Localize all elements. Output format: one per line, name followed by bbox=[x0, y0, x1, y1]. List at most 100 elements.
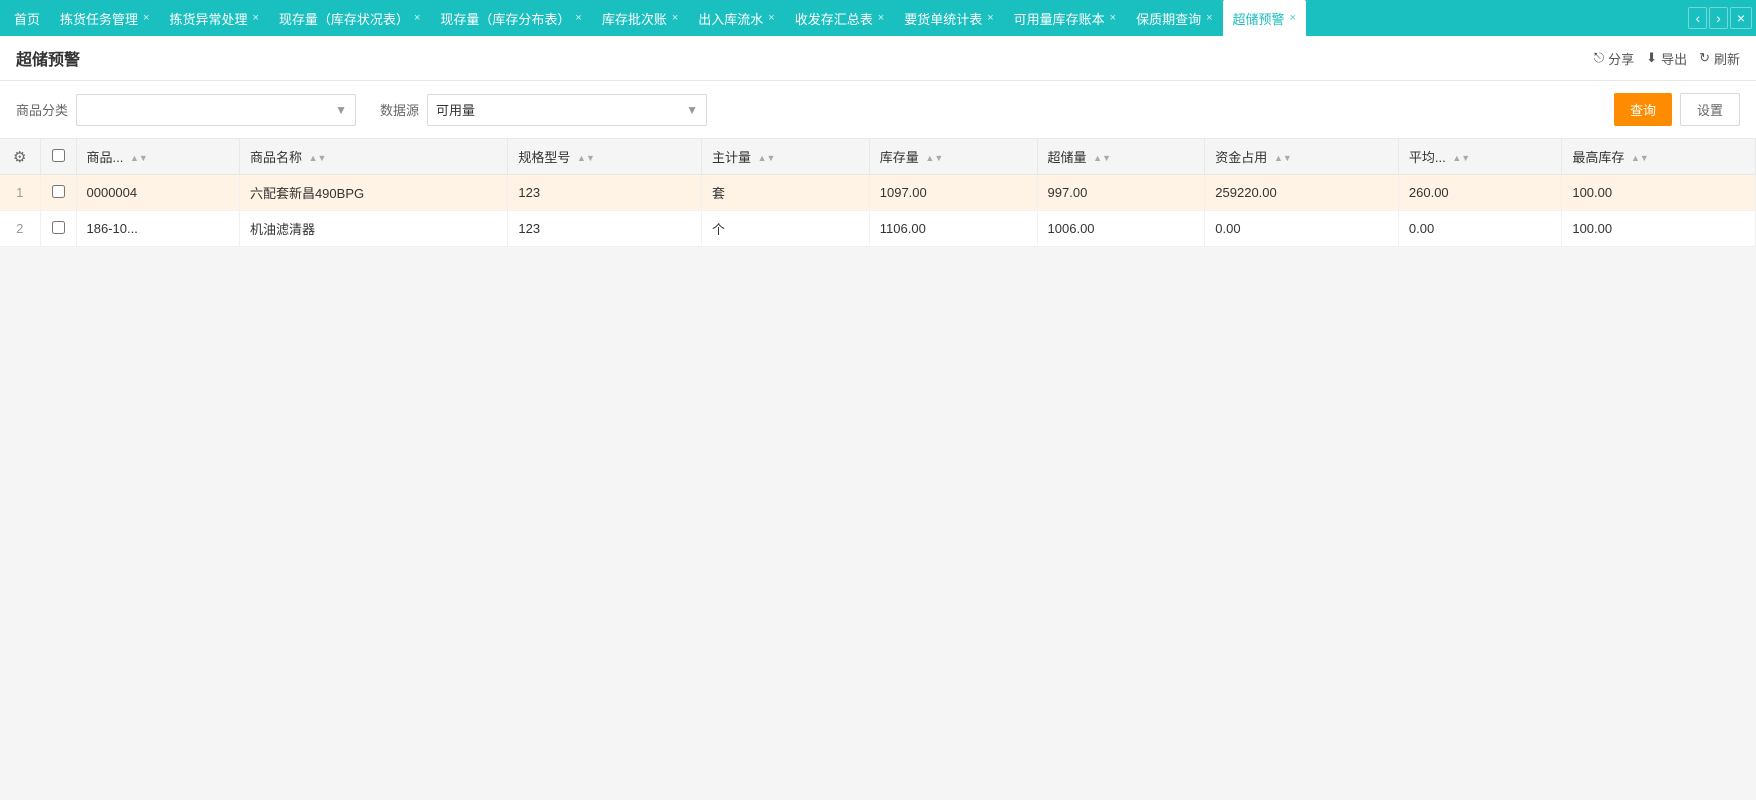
unit-column-header[interactable]: 主计量 ▲▼ bbox=[702, 139, 870, 175]
nav-item-available[interactable]: 可用量库存账本 × bbox=[1004, 0, 1126, 36]
query-button[interactable]: 查询 bbox=[1614, 93, 1672, 126]
sort-arrows-icon: ▲▼ bbox=[925, 154, 943, 163]
filter-area: 商品分类 ▼ 数据源 可用量 ▼ 查询 设置 bbox=[0, 81, 1756, 139]
close-tab-icon[interactable]: × bbox=[252, 12, 258, 24]
nav-prev-arrow[interactable]: ‹ bbox=[1688, 7, 1707, 29]
sort-arrows-icon: ▲▼ bbox=[1274, 154, 1292, 163]
nav-close-all[interactable]: × bbox=[1730, 7, 1752, 29]
export-icon: ⬇ bbox=[1646, 50, 1657, 66]
product-code-cell: 0000004 bbox=[76, 175, 239, 211]
overstock-cell: 997.00 bbox=[1037, 175, 1205, 211]
nav-item-order-stats[interactable]: 要货单统计表 × bbox=[894, 0, 1003, 36]
close-tab-icon[interactable]: × bbox=[672, 12, 678, 24]
close-tab-icon[interactable]: × bbox=[575, 12, 581, 24]
spec-cell: 123 bbox=[508, 211, 702, 247]
settings-button[interactable]: 设置 bbox=[1680, 93, 1740, 126]
close-tab-active-icon[interactable]: × bbox=[1290, 12, 1296, 24]
share-icon: ⎋ bbox=[1594, 50, 1604, 66]
avg-column-header[interactable]: 平均... ▲▼ bbox=[1398, 139, 1561, 175]
close-tab-icon[interactable]: × bbox=[768, 12, 774, 24]
table-row: 1 0000004 六配套新昌490BPG 123 套 1097.00 997.… bbox=[0, 175, 1756, 211]
sort-arrows-icon: ▲▼ bbox=[309, 154, 327, 163]
datasource-select[interactable]: 可用量 ▼ bbox=[427, 94, 707, 126]
product-name-cell: 六配套新昌490BPG bbox=[239, 175, 507, 211]
nav-item-stock-dist[interactable]: 现存量（库存分布表） × bbox=[430, 0, 591, 36]
close-tab-icon[interactable]: × bbox=[878, 12, 884, 24]
capital-column-header[interactable]: 资金占用 ▲▼ bbox=[1205, 139, 1399, 175]
close-tab-icon[interactable]: × bbox=[143, 12, 149, 24]
nav-item-flow[interactable]: 出入库流水 × bbox=[688, 0, 784, 36]
product-code-cell: 186-10... bbox=[76, 211, 239, 247]
category-filter: 商品分类 ▼ bbox=[16, 94, 356, 126]
capital-cell: 259220.00 bbox=[1205, 175, 1399, 211]
refresh-icon: ↻ bbox=[1699, 50, 1710, 66]
table-area: ⚙ 商品... ▲▼ 商品名称 ▲▼ 规格型号 ▲▼ 主计 bbox=[0, 139, 1756, 247]
header-actions: ⎋ 分享 ⬇ 导出 ↻ 刷新 bbox=[1594, 49, 1740, 68]
filter-buttons: 查询 设置 bbox=[1614, 93, 1740, 126]
datasource-label: 数据源 bbox=[380, 100, 419, 119]
share-button[interactable]: ⎋ 分享 bbox=[1594, 49, 1634, 68]
product-code-column-header[interactable]: 商品... ▲▼ bbox=[76, 139, 239, 175]
stock-column-header[interactable]: 库存量 ▲▼ bbox=[869, 139, 1037, 175]
nav-item-batch[interactable]: 库存批次账 × bbox=[592, 0, 688, 36]
sort-arrows-icon: ▲▼ bbox=[1452, 154, 1470, 163]
row-index: 1 bbox=[0, 175, 40, 211]
close-tab-icon[interactable]: × bbox=[987, 12, 993, 24]
close-tab-icon[interactable]: × bbox=[1206, 12, 1212, 24]
row-checkbox-cell bbox=[40, 175, 76, 211]
overstock-cell: 1006.00 bbox=[1037, 211, 1205, 247]
category-select[interactable]: ▼ bbox=[76, 94, 356, 126]
settings-column-header: ⚙ bbox=[0, 139, 40, 175]
nav-item-home[interactable]: 首页 bbox=[4, 0, 50, 36]
category-label: 商品分类 bbox=[16, 100, 68, 119]
product-name-cell: 机油滤清器 bbox=[239, 211, 507, 247]
nav-item-summary[interactable]: 收发存汇总表 × bbox=[785, 0, 894, 36]
spec-column-header[interactable]: 规格型号 ▲▼ bbox=[508, 139, 702, 175]
nav-item-overstock[interactable]: 超储预警 × bbox=[1223, 0, 1306, 36]
unit-cell: 套 bbox=[702, 175, 870, 211]
sort-arrows-icon: ▲▼ bbox=[758, 154, 776, 163]
avg-cell: 260.00 bbox=[1398, 175, 1561, 211]
max-stock-cell: 100.00 bbox=[1562, 175, 1756, 211]
nav-scroll-controls: ‹ › × bbox=[1688, 7, 1752, 29]
row-checkbox-cell bbox=[40, 211, 76, 247]
overstock-column-header[interactable]: 超储量 ▲▼ bbox=[1037, 139, 1205, 175]
nav-item-stock-status[interactable]: 现存量（库存状况表） × bbox=[269, 0, 430, 36]
nav-item-exception[interactable]: 拣货异常处理 × bbox=[159, 0, 268, 36]
unit-cell: 个 bbox=[702, 211, 870, 247]
sort-arrows-icon: ▲▼ bbox=[1093, 154, 1111, 163]
sort-arrows-icon: ▲▼ bbox=[577, 154, 595, 163]
capital-cell: 0.00 bbox=[1205, 211, 1399, 247]
datasource-filter: 数据源 可用量 ▼ bbox=[380, 94, 707, 126]
sort-arrows-icon: ▲▼ bbox=[1631, 154, 1649, 163]
close-tab-icon[interactable]: × bbox=[1110, 12, 1116, 24]
nav-item-quality[interactable]: 保质期查询 × bbox=[1126, 0, 1222, 36]
spec-cell: 123 bbox=[508, 175, 702, 211]
page-header: 超储预警 ⎋ 分享 ⬇ 导出 ↻ 刷新 bbox=[0, 36, 1756, 81]
overstock-table: ⚙ 商品... ▲▼ 商品名称 ▲▼ 规格型号 ▲▼ 主计 bbox=[0, 139, 1756, 247]
top-navigation: 首页 拣货任务管理 × 拣货异常处理 × 现存量（库存状况表） × 现存量（库存… bbox=[0, 0, 1756, 36]
page-title: 超储预警 bbox=[16, 46, 80, 70]
nav-item-task-mgmt[interactable]: 拣货任务管理 × bbox=[50, 0, 159, 36]
row-select-checkbox[interactable] bbox=[52, 221, 65, 234]
table-row: 2 186-10... 机油滤清器 123 个 1106.00 1006.00 … bbox=[0, 211, 1756, 247]
close-tab-icon[interactable]: × bbox=[414, 12, 420, 24]
row-select-checkbox[interactable] bbox=[52, 185, 65, 198]
gear-icon[interactable]: ⚙ bbox=[13, 149, 26, 166]
row-index: 2 bbox=[0, 211, 40, 247]
max-stock-cell: 100.00 bbox=[1562, 211, 1756, 247]
stock-cell: 1106.00 bbox=[869, 211, 1037, 247]
nav-next-arrow[interactable]: › bbox=[1709, 7, 1728, 29]
chevron-down-icon: ▼ bbox=[335, 103, 347, 117]
export-button[interactable]: ⬇ 导出 bbox=[1646, 49, 1687, 68]
avg-cell: 0.00 bbox=[1398, 211, 1561, 247]
refresh-button[interactable]: ↻ 刷新 bbox=[1699, 49, 1740, 68]
stock-cell: 1097.00 bbox=[869, 175, 1037, 211]
select-all-checkbox[interactable] bbox=[52, 149, 65, 162]
checkbox-column-header bbox=[40, 139, 76, 175]
product-name-column-header[interactable]: 商品名称 ▲▼ bbox=[239, 139, 507, 175]
chevron-down-icon: ▼ bbox=[686, 103, 698, 117]
max-stock-column-header[interactable]: 最高库存 ▲▼ bbox=[1562, 139, 1756, 175]
sort-arrows-icon: ▲▼ bbox=[130, 154, 148, 163]
table-header-row: ⚙ 商品... ▲▼ 商品名称 ▲▼ 规格型号 ▲▼ 主计 bbox=[0, 139, 1756, 175]
